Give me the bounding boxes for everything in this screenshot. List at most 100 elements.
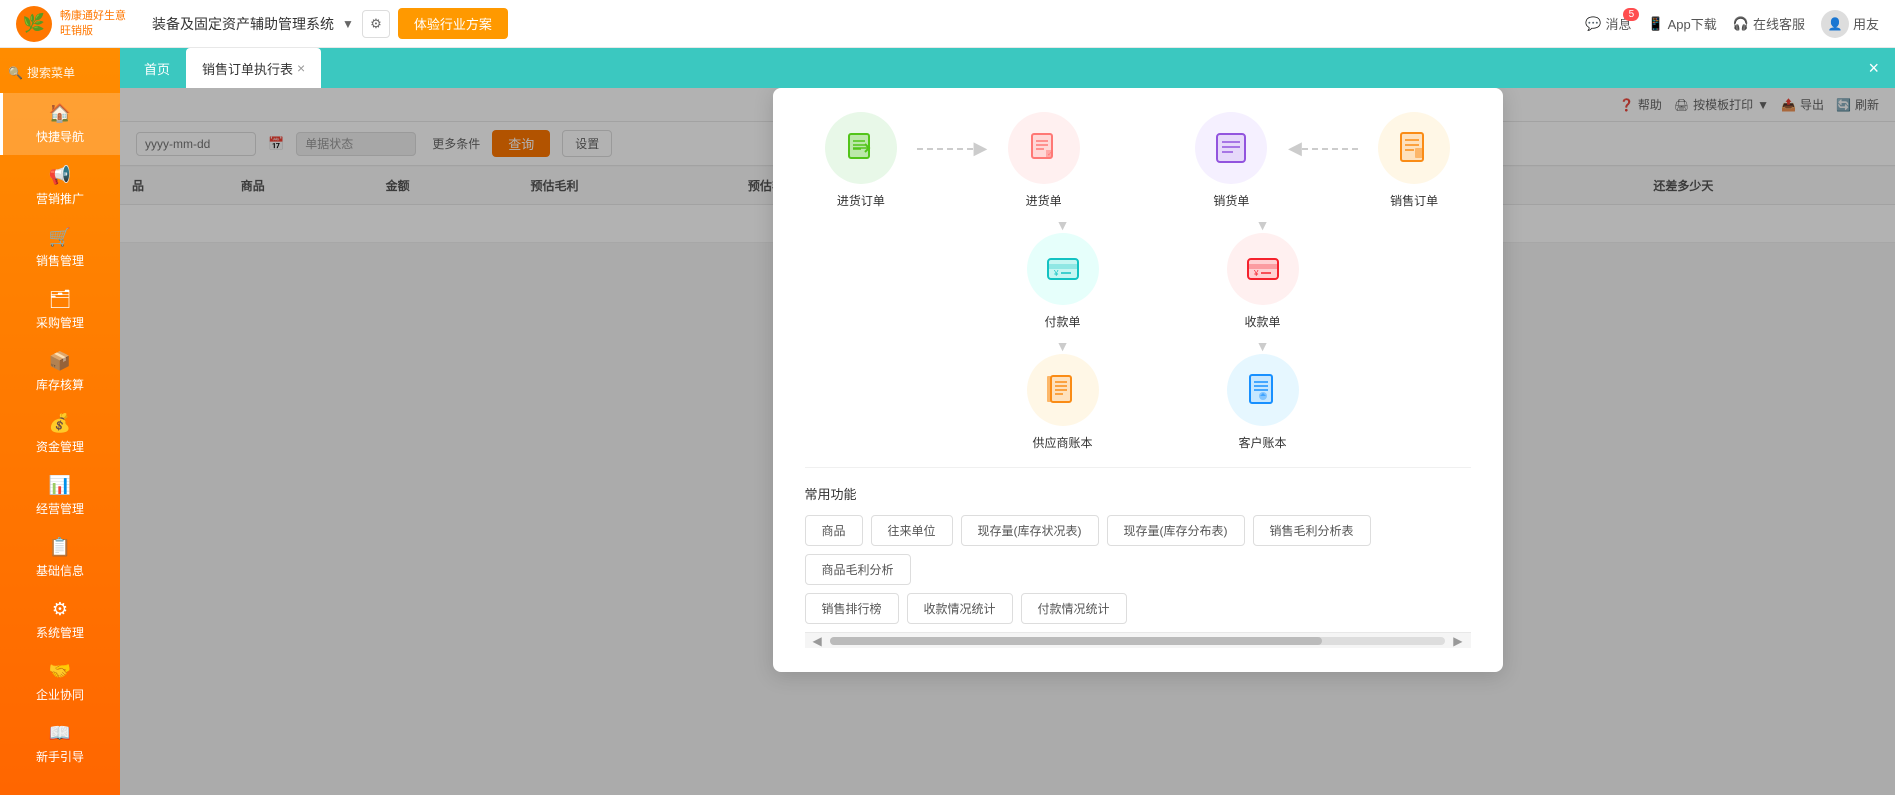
quick-nav-icon: 🏠 xyxy=(49,103,71,124)
operation-icon: 📊 xyxy=(49,475,71,496)
download-icon: 📱 xyxy=(1647,16,1663,32)
message-badge: 5 xyxy=(1623,8,1639,21)
flow-row-3: 供应商账本 xyxy=(805,354,1471,451)
arrow-down-receipt: ▼ xyxy=(1203,338,1323,354)
arrow-left-1: ▶ xyxy=(1288,138,1302,183)
flow-node-supplier-account: 供应商账本 xyxy=(1003,354,1123,451)
func-btn-goods[interactable]: 商品 xyxy=(805,515,863,546)
service-icon: 🎧 xyxy=(1733,16,1749,32)
sidebar-item-sales[interactable]: 🛒 销售管理 xyxy=(0,217,120,279)
system-title: 装备及固定资产辅助管理系统 xyxy=(152,14,334,34)
func-btn-counterparty[interactable]: 往来单位 xyxy=(871,515,953,546)
flow-node-receipt: ¥ 收款单 xyxy=(1203,233,1323,330)
sidebar-item-purchase[interactable]: 🗂 采购管理 xyxy=(0,279,120,341)
flow-node-purchase-order: 进货订单 xyxy=(805,112,918,209)
sales-bill-circle[interactable] xyxy=(1195,112,1267,184)
flow-row-1: 进货订单 ▶ xyxy=(805,112,1471,209)
flow-node-sales-order: 销售订单 xyxy=(1358,112,1471,209)
system-icon: ⚙ xyxy=(52,599,68,620)
purchase-order-circle[interactable] xyxy=(825,112,897,184)
logo-icon: 🌿 xyxy=(16,6,52,42)
common-functions-title: 常用功能 xyxy=(805,484,1471,503)
func-btn-receipt-stats[interactable]: 收款情况统计 xyxy=(907,593,1013,624)
func-btn-stock-dist[interactable]: 现存量(库存分布表) xyxy=(1107,515,1245,546)
flow-node-customer-account: 客户账本 xyxy=(1203,354,1323,451)
scroll-thumb[interactable] xyxy=(830,637,1322,645)
user-area[interactable]: 👤 用友 xyxy=(1821,10,1879,38)
settings-button[interactable]: ⚙ xyxy=(362,10,390,38)
popup-overlay: 进货订单 ▶ xyxy=(120,88,1895,795)
sidebar-item-operation[interactable]: 📊 经营管理 xyxy=(0,465,120,527)
sales-order-circle[interactable] xyxy=(1378,112,1450,184)
customer-account-circle[interactable] xyxy=(1227,354,1299,426)
system-dropdown-icon[interactable]: ▼ xyxy=(342,17,354,31)
main-layout: 🔍 搜索菜单 🏠 快捷导航 📢 营销推广 🛒 销售管理 🗂 采购管理 📦 库存核… xyxy=(0,48,1895,795)
purchase-bill-circle[interactable]: ✓ xyxy=(1008,112,1080,184)
func-btns-row2: 销售排行榜 收款情况统计 付款情况统计 xyxy=(805,593,1471,624)
app-download-button[interactable]: 📱 App下载 xyxy=(1647,14,1716,33)
arrow-down-payment: ▼ xyxy=(1003,338,1123,354)
arrow-1 xyxy=(917,148,973,150)
sidebar-item-marketing[interactable]: 📢 营销推广 xyxy=(0,155,120,217)
top-header: 🌿 畅康通好生意 旺销版 装备及固定资产辅助管理系统 ▼ ⚙ 体验行业方案 💬 … xyxy=(0,0,1895,48)
arrow-2 xyxy=(1302,148,1358,150)
basic-info-icon: 📋 xyxy=(49,537,71,558)
tab-home[interactable]: 首页 xyxy=(128,48,186,88)
tab-bar: 首页 销售订单执行表 × × xyxy=(120,48,1895,88)
flow-node-payment: ¥ 付款单 xyxy=(1003,233,1123,330)
payment-circle[interactable]: ¥ xyxy=(1027,233,1099,305)
purchase-icon: 🗂 xyxy=(49,289,72,310)
func-btn-sales-profit[interactable]: 销售毛利分析表 xyxy=(1253,515,1371,546)
sidebar-item-finance[interactable]: 💰 资金管理 xyxy=(0,403,120,465)
arrow-down-row: ▼ ▼ xyxy=(805,217,1471,233)
func-btn-stock-status[interactable]: 现存量(库存状况表) xyxy=(961,515,1099,546)
finance-icon: 💰 xyxy=(49,413,71,434)
message-icon: 💬 xyxy=(1585,16,1601,32)
marketing-icon: 📢 xyxy=(49,165,71,186)
scroll-track[interactable] xyxy=(830,637,1446,645)
svg-text:¥: ¥ xyxy=(1053,269,1059,278)
message-button[interactable]: 💬 消息 5 xyxy=(1585,14,1631,33)
func-btn-goods-profit[interactable]: 商品毛利分析 xyxy=(805,554,911,585)
sidebar-item-system[interactable]: ⚙ 系统管理 xyxy=(0,589,120,651)
scroll-bar-area: ◀ ▶ xyxy=(805,632,1471,648)
func-btn-sales-ranking[interactable]: 销售排行榜 xyxy=(805,593,899,624)
tab-sales-order[interactable]: 销售订单执行表 × xyxy=(186,48,321,88)
popup-card: 进货订单 ▶ xyxy=(773,88,1503,672)
page-content: ❓ 帮助 🖨 按模板打印 ▼ 📤 导出 🔄 刷新 xyxy=(120,88,1895,795)
online-service-button[interactable]: 🎧 在线客服 xyxy=(1733,14,1805,33)
active-indicator xyxy=(0,93,3,155)
tab-close-icon[interactable]: × xyxy=(297,60,305,76)
logo-area: 🌿 畅康通好生意 旺销版 xyxy=(16,6,136,42)
sidebar-item-inventory[interactable]: 📦 库存核算 xyxy=(0,341,120,403)
flow-node-sales-bill: 销货单 xyxy=(1175,112,1288,209)
system-title-area: 装备及固定资产辅助管理系统 ▼ ⚙ 体验行业方案 xyxy=(136,8,1585,39)
sales-icon: 🛒 xyxy=(49,227,71,248)
sidebar: 🔍 搜索菜单 🏠 快捷导航 📢 营销推广 🛒 销售管理 🗂 采购管理 📦 库存核… xyxy=(0,48,120,795)
func-btns-row1: 商品 往来单位 现存量(库存状况表) 现存量(库存分布表) 销售毛利分析表 商品… xyxy=(805,515,1471,585)
experience-button[interactable]: 体验行业方案 xyxy=(398,8,508,39)
arrow-down-row-2: ▼ ▼ xyxy=(805,338,1471,354)
func-btn-payment-stats[interactable]: 付款情况统计 xyxy=(1021,593,1127,624)
sidebar-item-guide[interactable]: 📖 新手引导 xyxy=(0,713,120,775)
sidebar-search[interactable]: 🔍 搜索菜单 xyxy=(0,56,120,89)
arrow-down-purchase: ▼ xyxy=(1003,217,1123,233)
sidebar-item-enterprise[interactable]: 🤝 企业协同 xyxy=(0,651,120,713)
avatar: 👤 xyxy=(1821,10,1849,38)
flow-row-2: ¥ 付款单 xyxy=(805,233,1471,330)
scroll-right-arrow[interactable]: ▶ xyxy=(1453,634,1462,648)
receipt-circle[interactable]: ¥ xyxy=(1227,233,1299,305)
tab-bar-close-button[interactable]: × xyxy=(1860,58,1887,79)
arrow-right-1: ▶ xyxy=(973,138,987,183)
guide-icon: 📖 xyxy=(49,723,71,744)
scroll-left-arrow[interactable]: ◀ xyxy=(813,634,822,648)
popup-body: 进货订单 ▶ xyxy=(773,88,1503,672)
enterprise-icon: 🤝 xyxy=(49,661,71,682)
flow-node-purchase-bill: ✓ 进货单 xyxy=(987,112,1100,209)
logo-text: 畅康通好生意 旺销版 xyxy=(60,9,126,38)
supplier-account-circle[interactable] xyxy=(1027,354,1099,426)
inventory-icon: 📦 xyxy=(49,351,71,372)
sidebar-item-basic-info[interactable]: 📋 基础信息 xyxy=(0,527,120,589)
content-area: 首页 销售订单执行表 × × ❓ 帮助 🖨 按模板打印 xyxy=(120,48,1895,795)
sidebar-item-quick-nav[interactable]: 🏠 快捷导航 xyxy=(0,93,120,155)
